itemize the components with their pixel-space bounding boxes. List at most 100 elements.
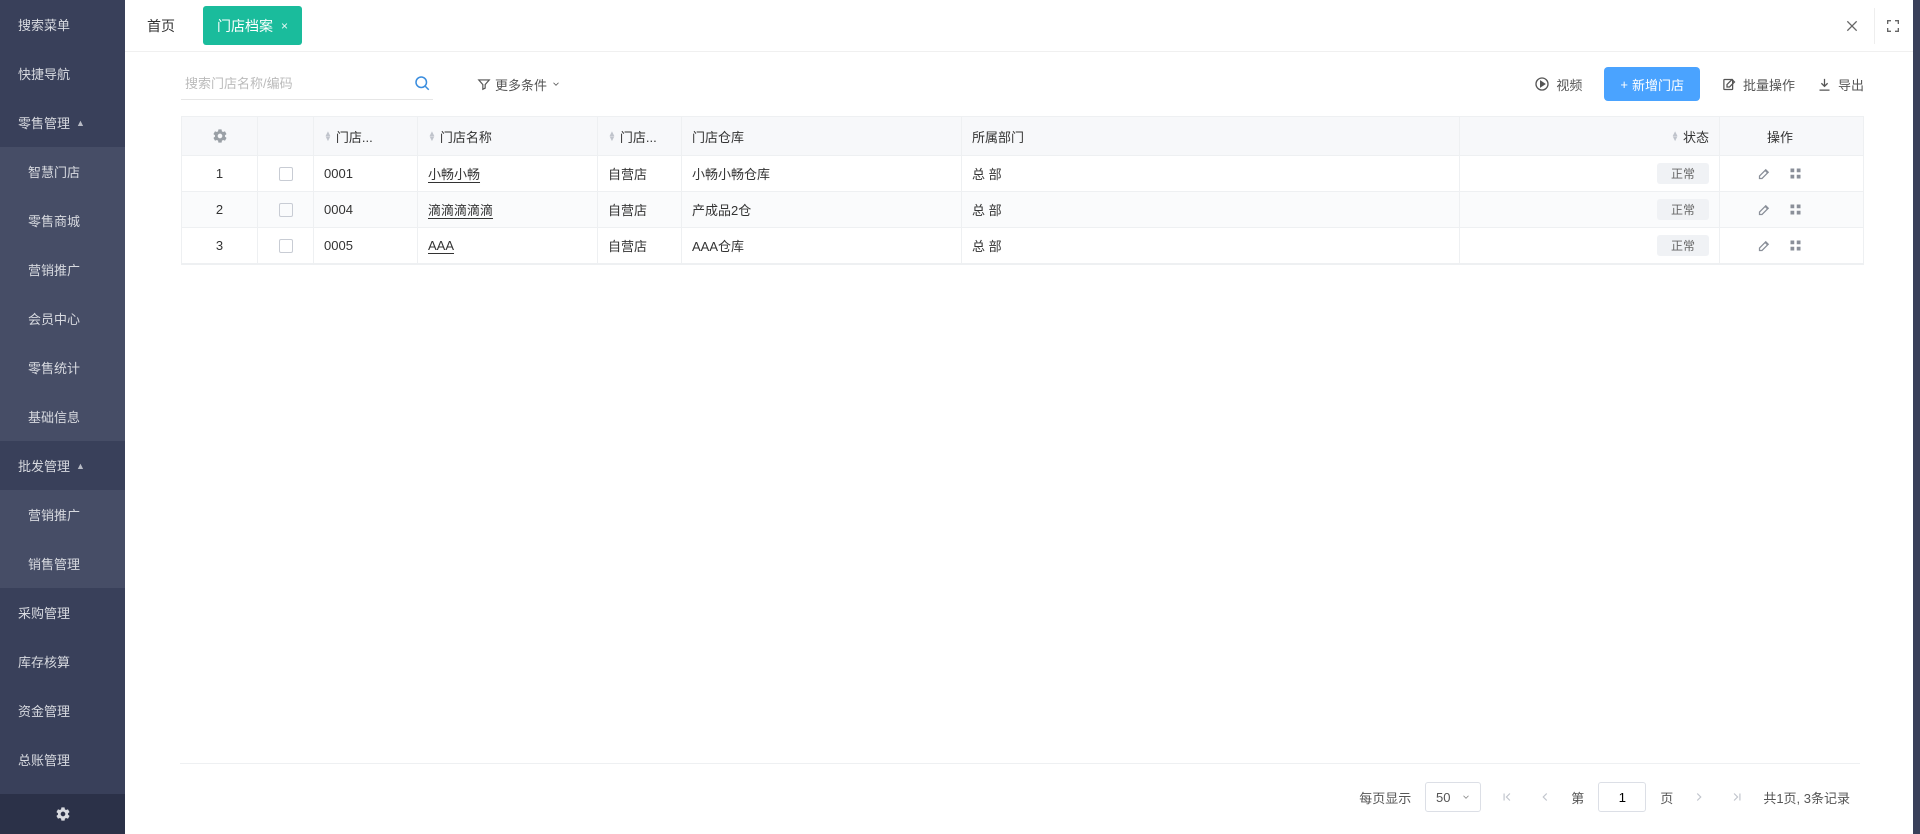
- search-wrap: [181, 68, 433, 100]
- first-page-button[interactable]: [1495, 785, 1519, 809]
- filter-icon: [477, 77, 491, 91]
- more-row-button[interactable]: [1788, 202, 1803, 217]
- row-name[interactable]: 滴滴滴滴滴: [418, 192, 598, 227]
- more-row-button[interactable]: [1788, 166, 1803, 181]
- edit-icon: [1757, 238, 1772, 253]
- sort-icon: ▲▼: [1671, 131, 1679, 141]
- sidebar-item[interactable]: 快捷导航: [0, 49, 125, 98]
- sort-icon: ▲▼: [324, 131, 332, 141]
- row-status: 正常: [1460, 192, 1720, 227]
- sidebar-item-label: 快捷导航: [18, 64, 70, 83]
- video-label: 视频: [1556, 75, 1582, 94]
- main: 首页 门店档案 ×: [125, 0, 1920, 834]
- sidebar-item[interactable]: 零售统计: [0, 343, 125, 392]
- batch-ops-button[interactable]: 批量操作: [1722, 75, 1795, 94]
- export-label: 导出: [1838, 75, 1864, 94]
- tab-home-label: 首页: [147, 16, 175, 36]
- sidebar-item-label: 资金管理: [18, 701, 70, 720]
- more-row-button[interactable]: [1788, 238, 1803, 253]
- sidebar-item[interactable]: 搜索菜单: [0, 0, 125, 49]
- last-page-button[interactable]: [1725, 785, 1749, 809]
- prev-page-button[interactable]: [1533, 785, 1557, 809]
- row-name[interactable]: 小畅小畅: [418, 156, 598, 191]
- gear-icon: [55, 806, 71, 822]
- edit-list-icon: [1722, 77, 1737, 92]
- row-name[interactable]: AAA: [418, 228, 598, 263]
- table-settings-button[interactable]: [182, 117, 258, 155]
- th-type[interactable]: ▲▼门店...: [598, 117, 682, 155]
- row-warehouse: 产成品2仓: [682, 192, 962, 227]
- sidebar-item-label: 营销推广: [28, 505, 80, 524]
- edit-row-button[interactable]: [1757, 202, 1772, 217]
- tabbar: 首页 门店档案 ×: [125, 0, 1920, 52]
- sidebar-item-label: 零售管理: [18, 113, 70, 132]
- row-type: 自营店: [598, 228, 682, 263]
- page-input[interactable]: [1598, 782, 1646, 812]
- row-checkbox[interactable]: [258, 156, 314, 191]
- page-summary: 共1页, 3条记录: [1763, 788, 1850, 807]
- th-status[interactable]: ▲▼状态: [1460, 117, 1720, 155]
- row-checkbox[interactable]: [258, 228, 314, 263]
- next-page-button[interactable]: [1687, 785, 1711, 809]
- tab-home[interactable]: 首页: [125, 0, 197, 51]
- sidebar-item-label: 销售管理: [28, 554, 80, 573]
- toolbar: 更多条件 视频 + 新增门店 批量操作 导出: [125, 52, 1920, 116]
- sidebar-item[interactable]: 库存核算: [0, 637, 125, 686]
- sidebar-item[interactable]: 批发管理: [0, 441, 125, 490]
- sidebar-item-label: 基础信息: [28, 407, 80, 426]
- row-warehouse: 小畅小畅仓库: [682, 156, 962, 191]
- sidebar-item-label: 搜索菜单: [18, 15, 70, 34]
- sidebar-item[interactable]: 营销推广: [0, 245, 125, 294]
- th-code[interactable]: ▲▼门店...: [314, 117, 418, 155]
- sidebar-item[interactable]: 零售管理: [0, 98, 125, 147]
- row-department: 总 部: [962, 156, 1460, 191]
- th-department: 所属部门: [962, 117, 1460, 155]
- sidebar-item[interactable]: 营销推广: [0, 490, 125, 539]
- sidebar-item-label: 总账管理: [18, 750, 70, 769]
- table: ▲▼门店... ▲▼门店名称 ▲▼门店... 门店仓库 所属部门 ▲▼状态 操作…: [181, 116, 1864, 265]
- sidebar-item-label: 批发管理: [18, 456, 70, 475]
- edit-row-button[interactable]: [1757, 166, 1772, 181]
- plus-icon: +: [1620, 77, 1628, 92]
- search-icon[interactable]: [413, 74, 431, 92]
- filter-label: 更多条件: [495, 75, 547, 94]
- table-row: 30005AAA自营店AAA仓库总 部正常: [182, 228, 1863, 264]
- export-button[interactable]: 导出: [1817, 75, 1864, 94]
- edit-row-button[interactable]: [1757, 238, 1772, 253]
- sidebar-settings-button[interactable]: [0, 794, 125, 834]
- search-input[interactable]: [181, 68, 433, 100]
- close-all-tabs-button[interactable]: [1834, 8, 1870, 44]
- sidebar-item[interactable]: 采购管理: [0, 588, 125, 637]
- fullscreen-button[interactable]: [1874, 8, 1910, 44]
- export-icon: [1817, 77, 1832, 92]
- video-button[interactable]: 视频: [1534, 75, 1582, 94]
- sidebar-item[interactable]: 销售管理: [0, 539, 125, 588]
- divider: [180, 763, 1860, 764]
- sidebar-item[interactable]: 会员中心: [0, 294, 125, 343]
- sidebar-item-label: 零售统计: [28, 358, 80, 377]
- add-store-button[interactable]: + 新增门店: [1604, 67, 1700, 101]
- row-department: 总 部: [962, 228, 1460, 263]
- sidebar-item[interactable]: 资金管理: [0, 686, 125, 735]
- sort-icon: ▲▼: [428, 131, 436, 141]
- row-checkbox[interactable]: [258, 192, 314, 227]
- row-ops: [1720, 228, 1840, 263]
- per-page-select[interactable]: 50: [1425, 782, 1481, 812]
- table-row: 10001小畅小畅自营店小畅小畅仓库总 部正常: [182, 156, 1863, 192]
- sidebar-item[interactable]: 总账管理: [0, 735, 125, 784]
- table-header: ▲▼门店... ▲▼门店名称 ▲▼门店... 门店仓库 所属部门 ▲▼状态 操作: [182, 116, 1863, 156]
- th-name[interactable]: ▲▼门店名称: [418, 117, 598, 155]
- sidebar-item[interactable]: 基础信息: [0, 392, 125, 441]
- sidebar-item[interactable]: 零售商城: [0, 196, 125, 245]
- row-index: 1: [182, 156, 258, 191]
- close-icon[interactable]: ×: [281, 19, 288, 33]
- fullscreen-icon: [1885, 18, 1901, 34]
- row-ops: [1720, 192, 1840, 227]
- sidebar-item[interactable]: 智慧门店: [0, 147, 125, 196]
- sidebar-item-label: 库存核算: [18, 652, 70, 671]
- tab-store-archive[interactable]: 门店档案 ×: [203, 6, 302, 45]
- grid-icon: [1788, 238, 1803, 253]
- row-type: 自营店: [598, 156, 682, 191]
- filter-button[interactable]: 更多条件: [477, 75, 561, 94]
- row-status: 正常: [1460, 228, 1720, 263]
